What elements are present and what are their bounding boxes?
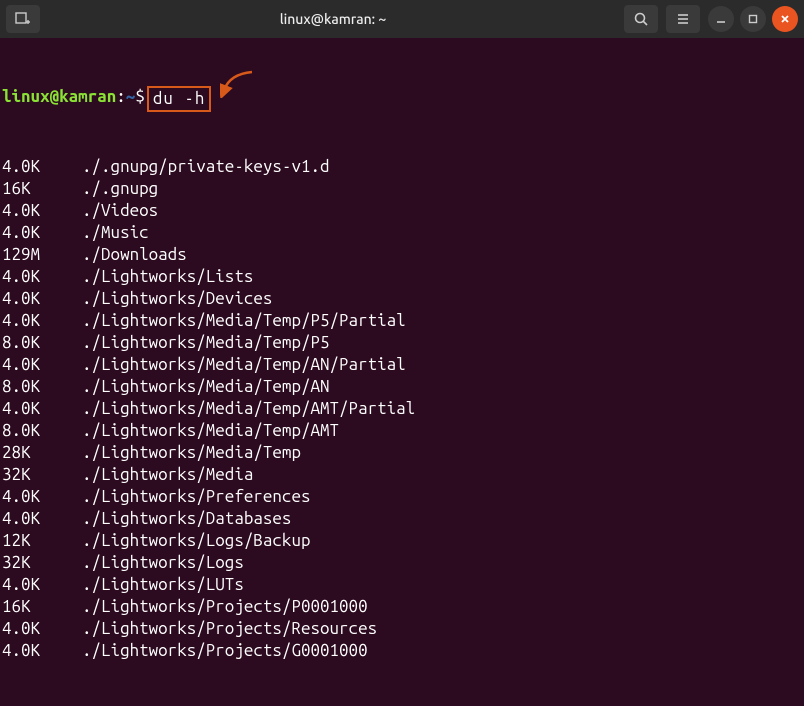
close-button[interactable]: [772, 6, 798, 32]
output-row: 16K./Lightworks/Projects/P0001000: [2, 596, 802, 618]
path-value: ./Lightworks/Logs/Backup: [82, 530, 310, 552]
path-value: ./Downloads: [82, 244, 187, 266]
path-value: ./Lightworks/Media/Temp/AN/Partial: [82, 354, 406, 376]
maximize-button[interactable]: [740, 6, 766, 32]
search-button[interactable]: [624, 5, 658, 33]
output-row: 4.0K./Lightworks/Media/Temp/AMT/Partial: [2, 398, 802, 420]
output-row: 4.0K./Lightworks/LUTs: [2, 574, 802, 596]
output-row: 4.0K./Music: [2, 222, 802, 244]
output-row: 16K./.gnupg: [2, 178, 802, 200]
path-value: ./Lightworks/Projects/G0001000: [82, 640, 368, 662]
path-value: ./Lightworks/Media: [82, 464, 253, 486]
output-row: 4.0K./Lightworks/Databases: [2, 508, 802, 530]
highlighted-command: du -h: [147, 86, 212, 112]
output-row: 32K./Lightworks/Logs: [2, 552, 802, 574]
new-tab-button[interactable]: [6, 5, 40, 33]
size-value: 8.0K: [2, 420, 82, 442]
minimize-button[interactable]: [708, 6, 734, 32]
output-row: 8.0K./Lightworks/Media/Temp/AN: [2, 376, 802, 398]
path-value: ./.gnupg: [82, 178, 158, 200]
size-value: 32K: [2, 552, 82, 574]
size-value: 4.0K: [2, 508, 82, 530]
output-row: 4.0K./.gnupg/private-keys-v1.d: [2, 156, 802, 178]
window-title: linux@kamran: ~: [42, 8, 624, 30]
path-value: ./Lightworks/LUTs: [82, 574, 244, 596]
path-value: ./Lightworks/Projects/Resources: [82, 618, 377, 640]
size-value: 4.0K: [2, 574, 82, 596]
output-row: 4.0K./Videos: [2, 200, 802, 222]
size-value: 8.0K: [2, 376, 82, 398]
path-value: ./Videos: [82, 200, 158, 222]
size-value: 4.0K: [2, 618, 82, 640]
output-row: 129M./Downloads: [2, 244, 802, 266]
terminal-output[interactable]: linux@kamran:~$du -h 4.0K./.gnupg/privat…: [0, 38, 804, 706]
output-row: 4.0K./Lightworks/Lists: [2, 266, 802, 288]
size-value: 4.0K: [2, 222, 82, 244]
output-row: 8.0K./Lightworks/Media/Temp/P5: [2, 332, 802, 354]
size-value: 4.0K: [2, 156, 82, 178]
size-value: 32K: [2, 464, 82, 486]
output-row: 4.0K./Lightworks/Preferences: [2, 486, 802, 508]
output-row: 32K./Lightworks/Media: [2, 464, 802, 486]
path-value: ./Lightworks/Projects/P0001000: [82, 596, 368, 618]
output-row: 12K./Lightworks/Logs/Backup: [2, 530, 802, 552]
prompt-user-host: linux@kamran: [2, 86, 116, 112]
output-row: 28K./Lightworks/Media/Temp: [2, 442, 802, 464]
path-value: ./Lightworks/Media/Temp/AMT/Partial: [82, 398, 415, 420]
path-value: ./Lightworks/Logs: [82, 552, 244, 574]
output-row: 4.0K./Lightworks/Media/Temp/AN/Partial: [2, 354, 802, 376]
size-value: 28K: [2, 442, 82, 464]
prompt-colon: :: [116, 86, 126, 112]
path-value: ./Lightworks/Databases: [82, 508, 291, 530]
size-value: 4.0K: [2, 354, 82, 376]
size-value: 4.0K: [2, 310, 82, 332]
size-value: 16K: [2, 178, 82, 200]
menu-button[interactable]: [666, 5, 700, 33]
prompt-path: ~: [126, 86, 136, 112]
output-row: 8.0K./Lightworks/Media/Temp/AMT: [2, 420, 802, 442]
path-value: ./Lightworks/Preferences: [82, 486, 310, 508]
output-row: 4.0K./Lightworks/Media/Temp/P5/Partial: [2, 310, 802, 332]
size-value: 4.0K: [2, 486, 82, 508]
output-row: 4.0K./Lightworks/Projects/Resources: [2, 618, 802, 640]
path-value: ./Lightworks/Lists: [82, 266, 253, 288]
output-row: 4.0K./Lightworks/Projects/G0001000: [2, 640, 802, 662]
size-value: 4.0K: [2, 398, 82, 420]
size-value: 16K: [2, 596, 82, 618]
path-value: ./Lightworks/Media/Temp: [82, 442, 301, 464]
size-value: 12K: [2, 530, 82, 552]
prompt-line: linux@kamran:~$du -h: [2, 86, 802, 112]
size-value: 8.0K: [2, 332, 82, 354]
size-value: 4.0K: [2, 266, 82, 288]
size-value: 4.0K: [2, 640, 82, 662]
size-value: 4.0K: [2, 288, 82, 310]
path-value: ./.gnupg/private-keys-v1.d: [82, 156, 330, 178]
prompt-dollar: $: [135, 86, 145, 112]
path-value: ./Lightworks/Media/Temp/AN: [82, 376, 330, 398]
path-value: ./Lightworks/Media/Temp/P5/Partial: [82, 310, 406, 332]
size-value: 129M: [2, 244, 82, 266]
output-row: 4.0K./Lightworks/Devices: [2, 288, 802, 310]
path-value: ./Lightworks/Media/Temp/P5: [82, 332, 330, 354]
size-value: 4.0K: [2, 200, 82, 222]
path-value: ./Lightworks/Media/Temp/AMT: [82, 420, 339, 442]
path-value: ./Music: [82, 222, 149, 244]
path-value: ./Lightworks/Devices: [82, 288, 272, 310]
titlebar: linux@kamran: ~: [0, 0, 804, 38]
